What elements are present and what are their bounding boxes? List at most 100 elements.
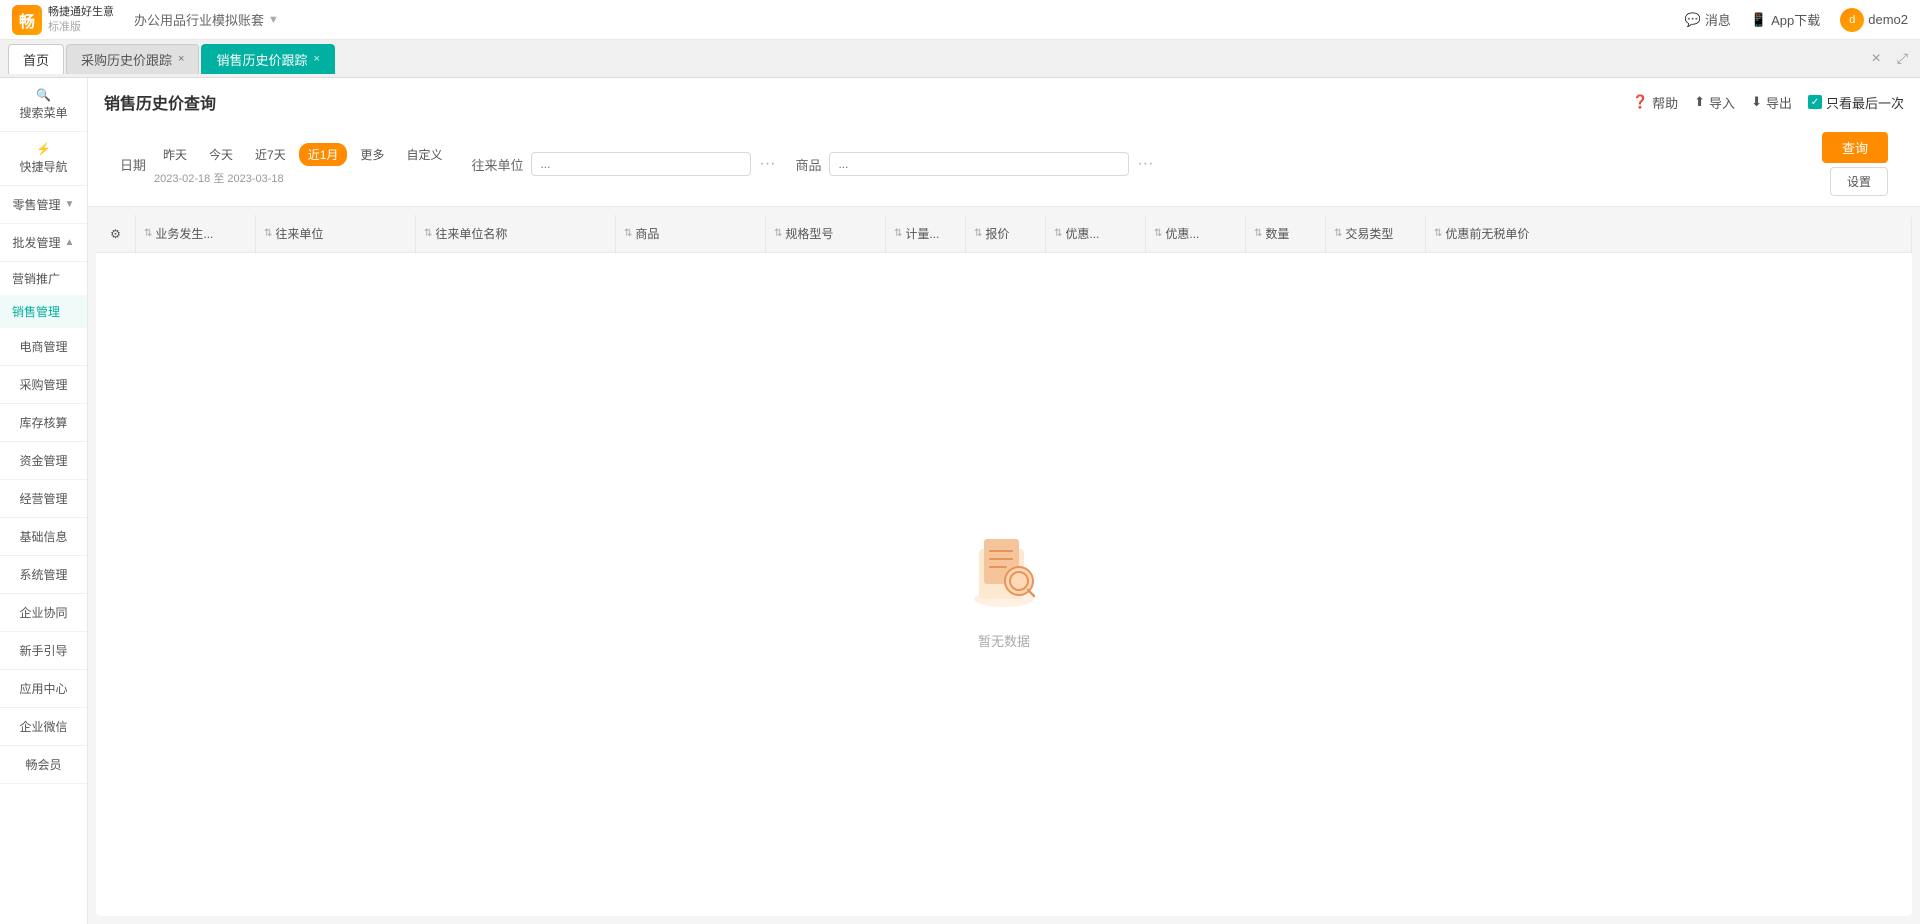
app-title: 办公用品行业模拟账套 <box>134 10 264 29</box>
date-more[interactable]: 更多 <box>351 143 393 166</box>
sort-icon-spec: ⇅ <box>774 228 782 239</box>
only-last-checkbox-label[interactable]: ✓ 只看最后一次 <box>1808 93 1904 112</box>
sort-icon-trade: ⇅ <box>1334 228 1342 239</box>
partner-dots-btn[interactable]: ··· <box>759 155 775 173</box>
date-custom[interactable]: 自定义 <box>397 143 451 166</box>
app-title-area[interactable]: 办公用品行业模拟账套 ▼ <box>134 10 279 29</box>
th-pretax[interactable]: ⇅ 优惠前无税单价 <box>1426 215 1912 252</box>
query-button[interactable]: 查询 <box>1822 132 1888 163</box>
empty-state: 暂无数据 <box>96 253 1912 916</box>
maximize-window-btn[interactable]: ⤢ <box>1893 50 1912 68</box>
page-header: 销售历史价查询 ❓ 帮助 ⬆ 导入 ⬇ 导出 ✓ <box>88 78 1920 207</box>
th-discount1[interactable]: ⇅ 优惠... <box>1046 215 1146 252</box>
tab-bar: 首页 采购历史价跟踪 × 销售历史价跟踪 × × ⤢ <box>0 40 1920 78</box>
header-left: 畅 畅捷通好生意 标准版 办公用品行业模拟账套 ▼ <box>12 5 279 35</box>
th-date[interactable]: ⇅ 业务发生... <box>136 215 256 252</box>
sidebar-item-sales-mgmt[interactable]: 销售管理 <box>0 295 87 328</box>
th-spec[interactable]: ⇅ 规格型号 <box>766 215 886 252</box>
date-label: 日期 <box>120 155 146 174</box>
th-qty[interactable]: ⇅ 数量 <box>1246 215 1326 252</box>
th-unit[interactable]: ⇅ 计量... <box>886 215 966 252</box>
header-right: 💬 消息 📱 App下载 d demo2 <box>1685 8 1908 32</box>
dropdown-icon[interactable]: ▼ <box>268 14 279 26</box>
sidebar-item-finance[interactable]: 资金管理 <box>0 442 87 480</box>
sidebar-item-member[interactable]: 畅会员 <box>0 746 87 784</box>
sidebar-item-operations[interactable]: 经营管理 <box>0 480 87 518</box>
logo-text: 畅捷通好生意 标准版 <box>48 5 114 34</box>
filter-bar: 日期 昨天 今天 近7天 近1月 更多 自定义 2023-02-18 至 202… <box>104 124 1904 206</box>
help-icon: ❓ <box>1632 94 1648 110</box>
date-yesterday[interactable]: 昨天 <box>154 143 196 166</box>
page-actions: ❓ 帮助 ⬆ 导入 ⬇ 导出 ✓ 只看最后一次 <box>1632 93 1904 112</box>
sidebar-item-system[interactable]: 系统管理 <box>0 556 87 594</box>
sidebar-item-guide[interactable]: 新手引导 <box>0 632 87 670</box>
page-title-row: 销售历史价查询 ❓ 帮助 ⬆ 导入 ⬇ 导出 ✓ <box>104 90 1904 114</box>
tab-bar-actions: × ⤢ <box>1867 50 1912 68</box>
nav-icon: ⚡ <box>36 142 51 156</box>
goods-filter-group: 商品 ··· <box>795 152 1153 176</box>
only-last-checkbox[interactable]: ✓ <box>1808 95 1822 109</box>
th-goods[interactable]: ⇅ 商品 <box>616 215 766 252</box>
sidebar-item-quick-nav[interactable]: ⚡ 快捷导航 <box>0 132 87 186</box>
sort-icon-discount1: ⇅ <box>1054 228 1062 239</box>
tab-sales-history[interactable]: 销售历史价跟踪 × <box>201 44 334 74</box>
export-btn[interactable]: ⬇ 导出 <box>1751 93 1792 112</box>
sidebar-item-wechat[interactable]: 企业微信 <box>0 708 87 746</box>
table-container: ⚙ ⇅ 业务发生... ⇅ 往来单位 ⇅ 往来单位名称 ⇅ 商品 <box>96 215 1912 916</box>
sidebar: 🔍 搜索菜单 ⚡ 快捷导航 零售管理 ▼ 批发管理 ▲ 营销推广 销售管理 电商… <box>0 78 88 924</box>
sort-icon-quote: ⇅ <box>974 228 982 239</box>
sidebar-item-wholesale[interactable]: 批发管理 ▲ <box>0 224 87 262</box>
main-layout: 🔍 搜索菜单 ⚡ 快捷导航 零售管理 ▼ 批发管理 ▲ 营销推广 销售管理 电商… <box>0 78 1920 924</box>
import-btn[interactable]: ⬆ 导入 <box>1694 93 1735 112</box>
date-today[interactable]: 今天 <box>200 143 242 166</box>
tab-purchase-history[interactable]: 采购历史价跟踪 × <box>66 44 199 74</box>
search-icon: 🔍 <box>36 88 51 102</box>
close-window-btn[interactable]: × <box>1867 50 1884 68</box>
partner-filter-group: 往来单位 ··· <box>471 152 775 176</box>
sort-icon-partner-name: ⇅ <box>424 228 432 239</box>
message-icon: 💬 <box>1685 12 1701 28</box>
user-menu[interactable]: d demo2 <box>1840 8 1908 32</box>
date-7days[interactable]: 近7天 <box>246 143 295 166</box>
sort-icon-goods: ⇅ <box>624 228 632 239</box>
goods-dots-btn[interactable]: ··· <box>1137 155 1153 173</box>
partner-label: 往来单位 <box>471 155 523 174</box>
logo-icon: 畅 <box>12 5 42 35</box>
tab-home[interactable]: 首页 <box>8 44 64 74</box>
sidebar-item-marketing[interactable]: 营销推广 <box>0 262 87 295</box>
tab-sales-close[interactable]: × <box>313 53 319 65</box>
app-download-btn[interactable]: 📱 App下载 <box>1751 10 1820 29</box>
date-range-text: 2023-02-18 至 2023-03-18 <box>154 170 451 186</box>
th-discount2[interactable]: ⇅ 优惠... <box>1146 215 1246 252</box>
gear-icon[interactable]: ⚙ <box>110 227 121 241</box>
sort-icon-qty: ⇅ <box>1254 228 1262 239</box>
th-trade-type[interactable]: ⇅ 交易类型 <box>1326 215 1426 252</box>
filter-right-actions: 查询 设置 <box>1822 132 1888 196</box>
help-btn[interactable]: ❓ 帮助 <box>1632 93 1678 112</box>
wholesale-arrow-icon: ▲ <box>65 237 75 248</box>
sidebar-item-search[interactable]: 🔍 搜索菜单 <box>0 78 87 132</box>
th-gear[interactable]: ⚙ <box>96 215 136 252</box>
message-btn[interactable]: 💬 消息 <box>1685 10 1731 29</box>
sidebar-item-inventory[interactable]: 库存核算 <box>0 404 87 442</box>
date-options-group: 昨天 今天 近7天 近1月 更多 自定义 2023-02-18 至 2023-0… <box>154 143 451 186</box>
sidebar-item-basic-info[interactable]: 基础信息 <box>0 518 87 556</box>
th-partner[interactable]: ⇅ 往来单位 <box>256 215 416 252</box>
sidebar-item-purchase[interactable]: 采购管理 <box>0 366 87 404</box>
tab-purchase-close[interactable]: × <box>178 53 184 65</box>
sidebar-item-retail[interactable]: 零售管理 ▼ <box>0 186 87 224</box>
goods-input[interactable] <box>829 152 1129 176</box>
sort-icon-partner: ⇅ <box>264 228 272 239</box>
th-partner-name[interactable]: ⇅ 往来单位名称 <box>416 215 616 252</box>
top-header: 畅 畅捷通好生意 标准版 办公用品行业模拟账套 ▼ 💬 消息 📱 App下载 d… <box>0 0 1920 40</box>
sidebar-item-enterprise[interactable]: 企业协同 <box>0 594 87 632</box>
sidebar-item-app-center[interactable]: 应用中心 <box>0 670 87 708</box>
th-quote[interactable]: ⇅ 报价 <box>966 215 1046 252</box>
date-1month[interactable]: 近1月 <box>299 143 348 166</box>
partner-input[interactable] <box>531 152 751 176</box>
sidebar-item-ecommerce[interactable]: 电商管理 <box>0 328 87 366</box>
content-area: 销售历史价查询 ❓ 帮助 ⬆ 导入 ⬇ 导出 ✓ <box>88 78 1920 924</box>
settings-button[interactable]: 设置 <box>1830 167 1888 196</box>
avatar: d <box>1840 8 1864 32</box>
empty-text: 暂无数据 <box>978 631 1030 650</box>
